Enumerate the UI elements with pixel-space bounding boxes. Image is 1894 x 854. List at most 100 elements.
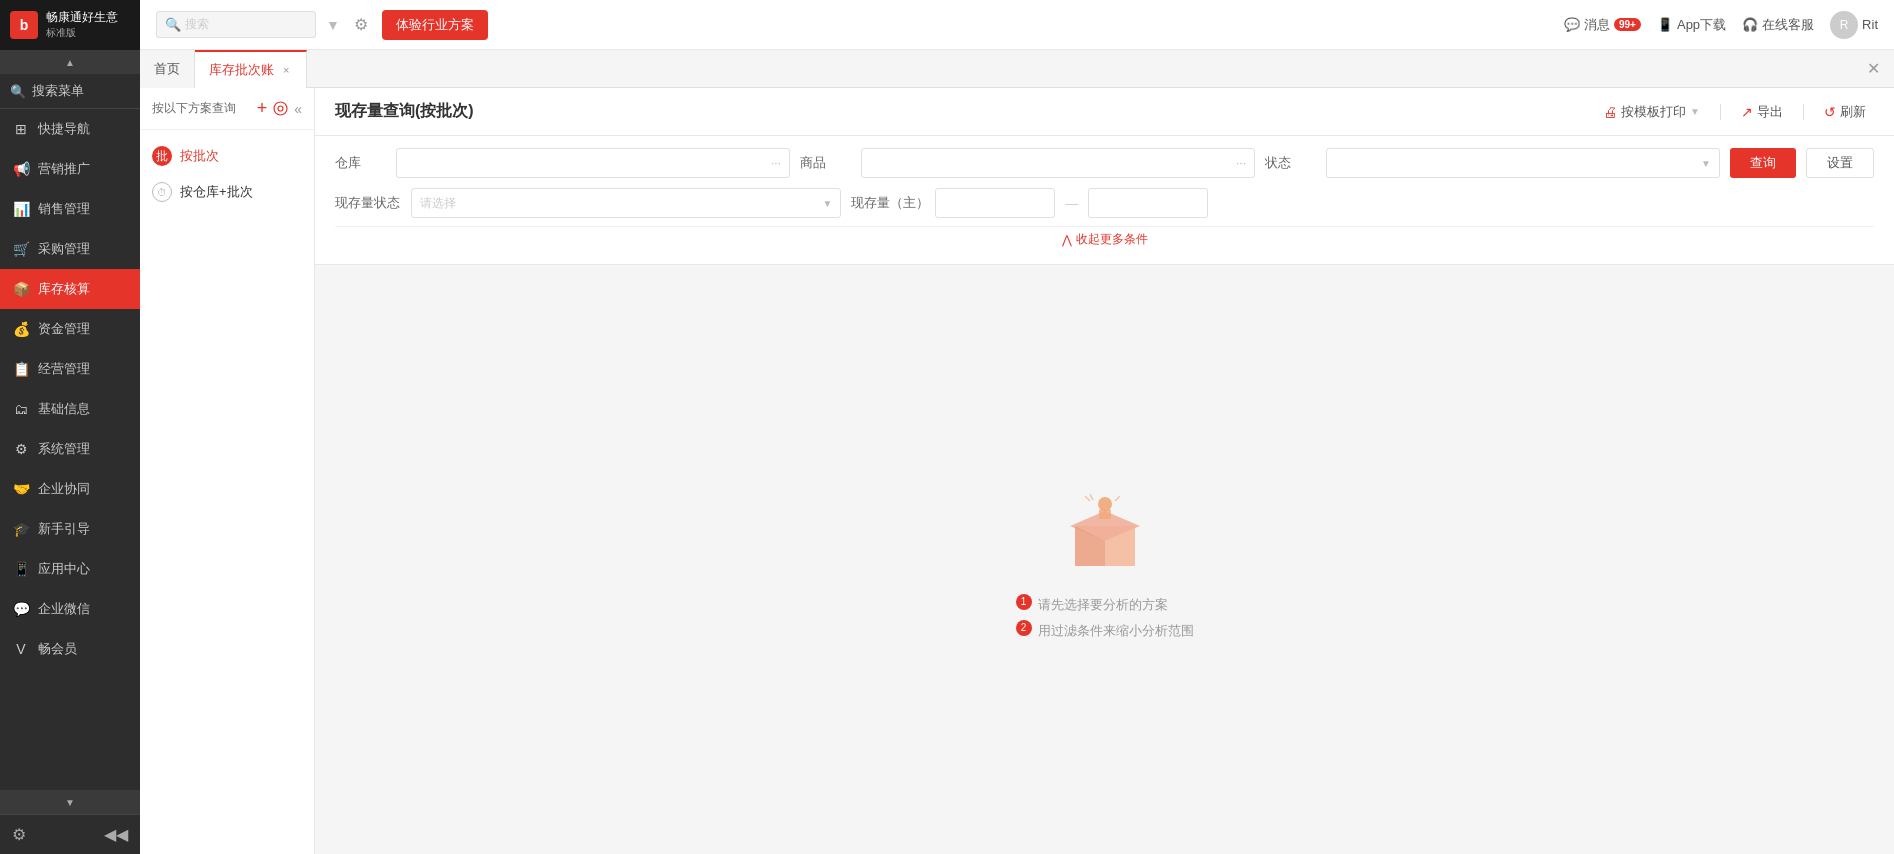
tip-text-1: 请先选择要分析的方案 bbox=[1038, 592, 1168, 618]
settings-icon[interactable]: ⚙ bbox=[12, 825, 26, 844]
user-item[interactable]: R Rit bbox=[1830, 11, 1878, 39]
warehouse-more-icon[interactable]: ··· bbox=[771, 156, 781, 170]
sidebar-nav: ⊞快捷导航 📢 营销推广 📊销售管理🛒采购管理📦库存核算 💰 资金管理 📋经营管理 🗂 基础信息… bbox=[0, 109, 140, 790]
topbar-dropdown-arrow[interactable]: ▼ bbox=[326, 17, 340, 33]
warehouse-label: 仓库 bbox=[335, 154, 390, 172]
sidebar-item-member[interactable]: V畅会员 bbox=[0, 629, 140, 669]
nav-label-basics: 基础信息 bbox=[38, 400, 90, 418]
collapse-sidebar-icon[interactable]: ◀◀ bbox=[104, 825, 128, 844]
stock-qty-from[interactable] bbox=[935, 188, 1055, 218]
sidebar-item-apps[interactable]: 📱应用中心 bbox=[0, 549, 140, 589]
add-plan-btn[interactable]: + bbox=[257, 98, 268, 119]
search-icon: 🔍 bbox=[10, 84, 26, 99]
page-header: 现存量查询(按批次) 🖨 按模板打印 ▼ ↗ 导出 ↺ 刷 bbox=[315, 88, 1894, 136]
sidebar-item-operations[interactable]: 📋经营管理 bbox=[0, 349, 140, 389]
plan-item-batch[interactable]: 批 按批次 bbox=[140, 138, 314, 174]
sidebar-item-enterprise[interactable]: 🤝企业协同 bbox=[0, 469, 140, 509]
export-icon: ↗ bbox=[1741, 104, 1753, 120]
sidebar-item-wechat[interactable]: 💬企业微信 bbox=[0, 589, 140, 629]
stock-status-arrow[interactable]: ▼ bbox=[822, 198, 832, 209]
topbar-search-box[interactable]: 🔍 搜索 bbox=[156, 11, 316, 38]
collapse-arrow-icon: ⋀ bbox=[1062, 233, 1072, 247]
collapse-label: 收起更多条件 bbox=[1076, 231, 1148, 248]
sidebar-item-finance[interactable]: 💰 资金管理 bbox=[0, 309, 140, 349]
topbar-gear-icon[interactable]: ⚙ bbox=[350, 11, 372, 38]
stock-status-select[interactable]: 请选择 ▼ bbox=[411, 188, 841, 218]
tip-num-2: 2 bbox=[1016, 620, 1032, 636]
sidebar-search-label: 搜索菜单 bbox=[32, 82, 84, 100]
collapse-btn[interactable]: ⋀ 收起更多条件 bbox=[1062, 231, 1148, 248]
nav-label-enterprise: 企业协同 bbox=[38, 480, 90, 498]
messages-item[interactable]: 💬 消息 99+ bbox=[1564, 16, 1641, 34]
main-content: 1 请先选择要分析的方案 2 用过滤条件来缩小分析范围 bbox=[315, 265, 1894, 854]
messages-badge: 99+ bbox=[1614, 18, 1641, 31]
nav-icon-finance: 💰 bbox=[12, 320, 30, 338]
filter-status: 状态 ▼ bbox=[1265, 148, 1720, 178]
nav-icon-marketing: 📢 bbox=[12, 160, 30, 178]
app-logo: b bbox=[10, 11, 38, 39]
tab-close-icon[interactable]: × bbox=[280, 63, 292, 77]
status-select[interactable]: ▼ bbox=[1326, 148, 1720, 178]
sidebar-item-inventory[interactable]: 📦库存核算 bbox=[0, 269, 140, 309]
sidebar-item-marketing[interactable]: 📢 营销推广 bbox=[0, 149, 140, 189]
nav-icon-purchase: 🛒 bbox=[12, 240, 30, 258]
export-btn[interactable]: ↗ 导出 bbox=[1733, 99, 1791, 125]
nav-label-finance: 资金管理 bbox=[38, 320, 90, 338]
svg-point-0 bbox=[274, 102, 287, 115]
nav-icon-basics: 🗂 bbox=[12, 400, 30, 418]
app-edition: 标准版 bbox=[46, 26, 118, 40]
sidebar-item-guide[interactable]: 🎓新手引导 bbox=[0, 509, 140, 549]
topbar: 🔍 搜索 ▼ ⚙ 体验行业方案 💬 消息 99+ 📱 App下载 🎧 在线客服 bbox=[140, 0, 1894, 50]
sidebar-item-system[interactable]: ⚙系统管理 bbox=[0, 429, 140, 469]
query-btn[interactable]: 查询 bbox=[1730, 148, 1796, 178]
settings-plan-btn[interactable] bbox=[273, 101, 288, 116]
filter-goods: 商品 ··· bbox=[800, 148, 1255, 178]
sidebar-search[interactable]: 🔍 搜索菜单 bbox=[0, 74, 140, 109]
filter-stock-status: 现存量状态 请选择 ▼ bbox=[335, 188, 841, 218]
goods-input[interactable]: ··· bbox=[861, 148, 1255, 178]
status-dropdown-arrow[interactable]: ▼ bbox=[1701, 158, 1711, 169]
refresh-btn[interactable]: ↺ 刷新 bbox=[1816, 99, 1874, 125]
goods-more-icon[interactable]: ··· bbox=[1236, 156, 1246, 170]
app-download-icon: 📱 bbox=[1657, 17, 1673, 32]
user-avatar: R bbox=[1830, 11, 1858, 39]
app-download-item[interactable]: 📱 App下载 bbox=[1657, 16, 1726, 34]
stock-qty-to[interactable] bbox=[1088, 188, 1208, 218]
warehouse-input[interactable]: ··· bbox=[396, 148, 790, 178]
sidebar-item-sales[interactable]: 📊销售管理 bbox=[0, 189, 140, 229]
tip-num-1: 1 bbox=[1016, 594, 1032, 610]
svg-line-7 bbox=[1085, 496, 1090, 501]
empty-illustration bbox=[1055, 476, 1155, 576]
topbar-search-placeholder: 搜索 bbox=[185, 16, 209, 33]
tab-bar-close-btn[interactable]: ✕ bbox=[1853, 50, 1894, 88]
nav-label-member: 畅会员 bbox=[38, 640, 77, 658]
sidebar-scroll-down[interactable]: ▼ bbox=[0, 790, 140, 814]
tab-home[interactable]: 首页 bbox=[140, 50, 195, 88]
nav-label-marketing: 营销推广 bbox=[38, 160, 90, 178]
sidebar-scroll-up[interactable]: ▲ bbox=[0, 50, 140, 74]
plan-label-warehouse-batch: 按仓库+批次 bbox=[180, 183, 253, 201]
customer-service-icon: 🎧 bbox=[1742, 17, 1758, 32]
user-name: Rit bbox=[1862, 17, 1878, 32]
tab-inventory-batch[interactable]: 库存批次账 × bbox=[195, 50, 307, 88]
collapse-panel-btn[interactable]: « bbox=[294, 101, 302, 117]
customer-service-item[interactable]: 🎧 在线客服 bbox=[1742, 16, 1814, 34]
left-panel-header: 按以下方案查询 + « bbox=[140, 88, 314, 130]
status-label: 状态 bbox=[1265, 154, 1320, 172]
filter-settings-btn[interactable]: 设置 bbox=[1806, 148, 1874, 178]
sidebar-item-quick-nav[interactable]: ⊞快捷导航 bbox=[0, 109, 140, 149]
print-dropdown-arrow[interactable]: ▼ bbox=[1690, 106, 1700, 117]
nav-label-inventory: 库存核算 bbox=[38, 280, 90, 298]
trial-btn[interactable]: 体验行业方案 bbox=[382, 10, 488, 40]
stock-status-label: 现存量状态 bbox=[335, 194, 405, 212]
plan-item-warehouse-batch[interactable]: ⏱ 按仓库+批次 bbox=[140, 174, 314, 210]
print-btn[interactable]: 🖨 按模板打印 ▼ bbox=[1595, 99, 1708, 125]
sidebar-header: b 畅康通好生意 标准版 bbox=[0, 0, 140, 50]
page-title: 现存量查询(按批次) bbox=[335, 101, 474, 122]
sidebar-item-basics[interactable]: 🗂 基础信息 bbox=[0, 389, 140, 429]
stock-status-placeholder: 请选择 bbox=[420, 195, 456, 212]
nav-icon-quick-nav: ⊞ bbox=[12, 120, 30, 138]
sidebar-item-purchase[interactable]: 🛒采购管理 bbox=[0, 229, 140, 269]
tab-home-label: 首页 bbox=[154, 60, 180, 78]
left-panel: 按以下方案查询 + « 批 按批次 bbox=[140, 88, 315, 854]
